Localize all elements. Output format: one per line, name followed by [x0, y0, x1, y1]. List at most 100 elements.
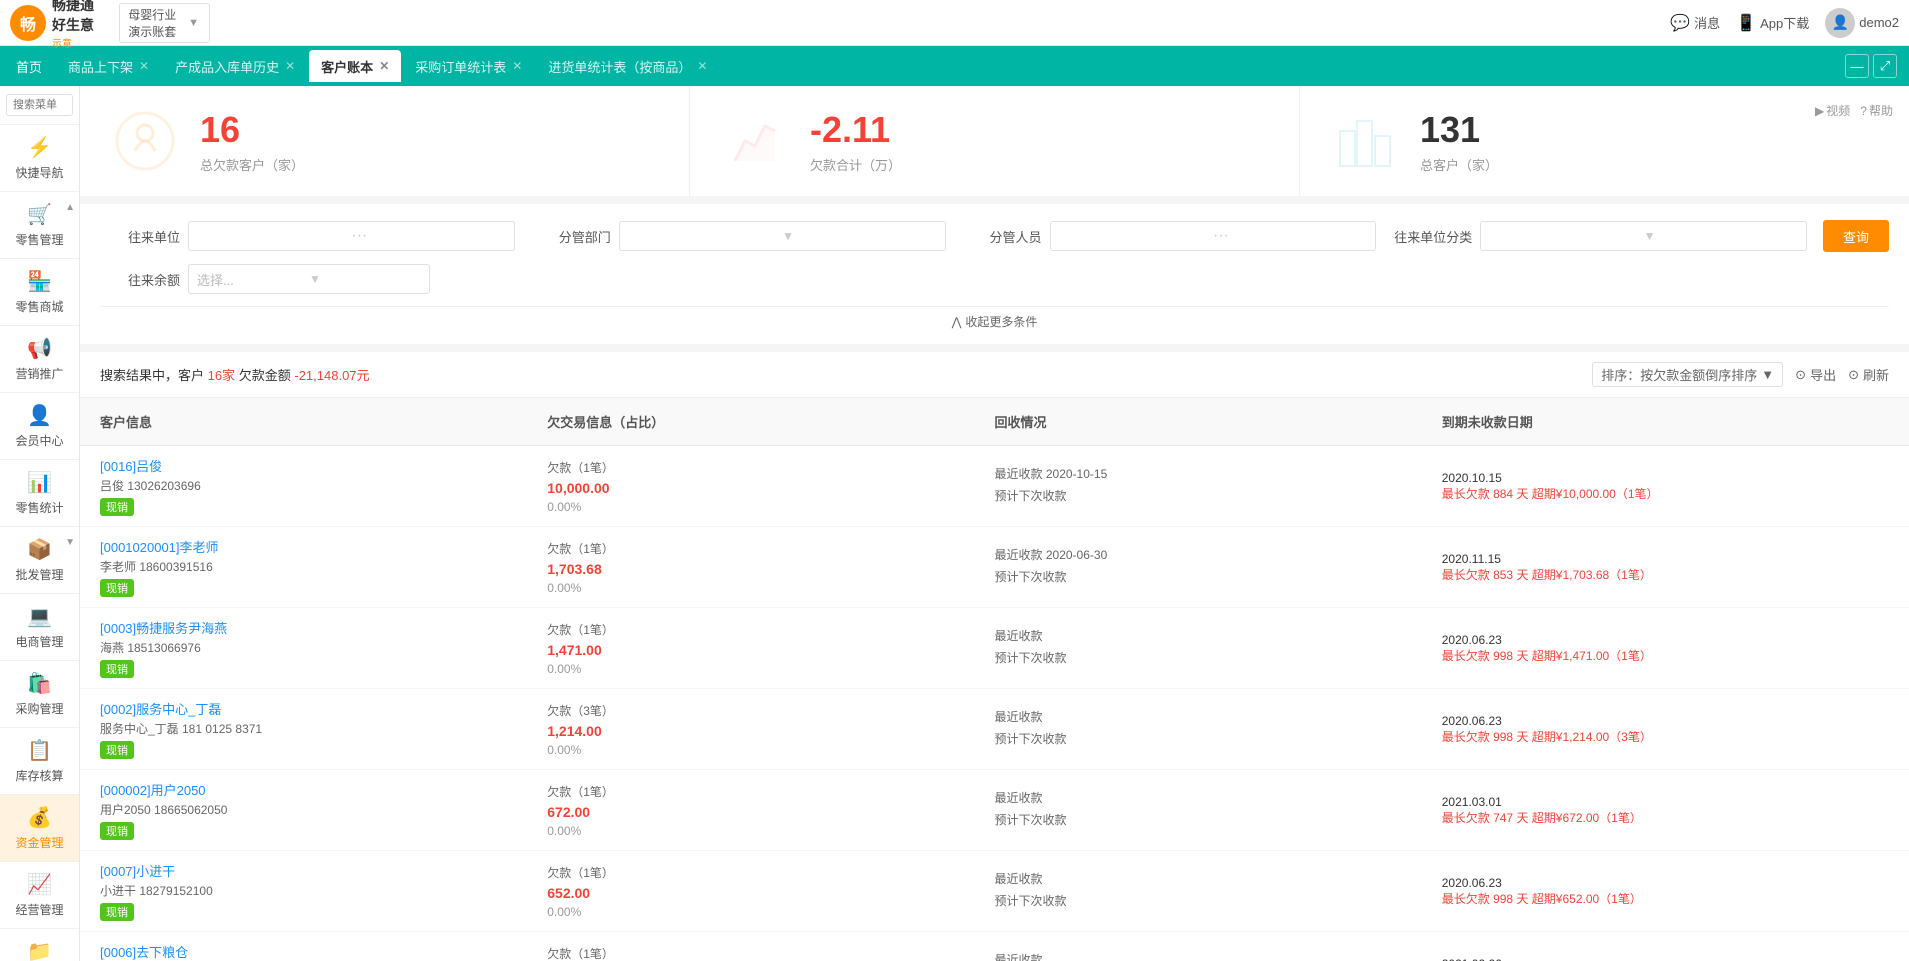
- tab-product-on-off[interactable]: 商品上下架 ✕: [56, 50, 161, 82]
- tab-home[interactable]: 首页: [4, 50, 54, 82]
- env-dropdown-icon: ▼: [188, 17, 199, 29]
- stat-debt-amount-value: -2.11: [810, 109, 901, 151]
- sidebar-item-purchase[interactable]: 🛍️ 采购管理: [0, 661, 79, 728]
- overdue-link-4[interactable]: 超期¥672.00（1笔）: [1532, 811, 1642, 825]
- customer-meta-0: 吕俊 13026203696: [100, 477, 547, 494]
- sidebar-item-ecommerce[interactable]: 💻 电商管理: [0, 594, 79, 661]
- customer-name-4[interactable]: [000002]用户2050: [100, 783, 206, 798]
- filter-balance-input[interactable]: 选择... ▼: [188, 264, 430, 294]
- overdue-link-0[interactable]: 超期¥10,000.00（1笔）: [1532, 487, 1659, 501]
- table-row: [0007]小进干 小进干 18279152100 现销 欠款（1笔） 652.…: [80, 851, 1909, 932]
- tab-minimize-button[interactable]: —: [1845, 54, 1869, 78]
- tab-maximize-button[interactable]: ⤢: [1873, 54, 1897, 78]
- tab-close-customer-account[interactable]: ✕: [379, 59, 389, 73]
- app-download-button[interactable]: 📱 App下载: [1736, 13, 1809, 33]
- tab-product-history[interactable]: 产成品入库单历史 ✕: [163, 50, 307, 82]
- sort-select[interactable]: 排序：按欠款金额倒序排序 ▼: [1592, 362, 1783, 387]
- stat-total-customers-info: 131 总客户（家）: [1420, 109, 1498, 174]
- customer-name-3[interactable]: [0002]服务中心_丁磊: [100, 702, 221, 717]
- filter-balance-label: 往来余额: [100, 270, 180, 289]
- filter-balance: 往来余额 选择... ▼: [100, 264, 430, 294]
- filter-department-input[interactable]: ▼: [619, 221, 946, 251]
- sidebar-item-member[interactable]: 👤 会员中心: [0, 393, 79, 460]
- filter-manager-input[interactable]: ···: [1050, 221, 1377, 251]
- debt-info-4: 欠款（1笔） 672.00 0.00%: [547, 783, 994, 838]
- recovery-info-5: 最近收款 预计下次收款: [995, 869, 1442, 912]
- message-icon: 💬: [1670, 13, 1690, 33]
- message-button[interactable]: 💬 消息: [1670, 13, 1720, 33]
- collapse-section: ⋀ 收起更多条件: [100, 306, 1889, 336]
- table-row: [0001020001]李老师 李老师 18600391516 现销 欠款（1笔…: [80, 527, 1909, 608]
- stat-total-customers: 131 总客户（家） ▶ 视频 ? 帮助: [1300, 86, 1909, 196]
- filter-supplier-type-label: 往来单位分类: [1392, 227, 1472, 246]
- overdue-link-2[interactable]: 超期¥1,471.00（1笔）: [1532, 649, 1652, 663]
- overdue-info-4: 2021.03.01 最长欠款 747 天 超期¥672.00（1笔）: [1442, 795, 1889, 826]
- sidebar-item-quick-nav[interactable]: ⚡ 快捷导航: [0, 125, 79, 192]
- overdue-link-1[interactable]: 超期¥1,703.68（1笔）: [1532, 568, 1652, 582]
- sidebar-item-batch-mgmt[interactable]: 📦 批发管理 ▼: [0, 527, 79, 594]
- purchase-icon: 🛍️: [27, 671, 52, 696]
- top-right: 💬 消息 📱 App下载 👤 demo2: [1670, 8, 1899, 38]
- sidebar-item-basic-info[interactable]: 📁 基础信息: [0, 929, 79, 961]
- filter-supplier-type-input[interactable]: ▼: [1480, 221, 1807, 251]
- customer-name-2[interactable]: [0003]畅捷服务尹海燕: [100, 621, 227, 636]
- sidebar-item-inventory[interactable]: 📋 库存核算: [0, 728, 79, 795]
- debt-info-0: 欠款（1笔） 10,000.00 0.00%: [547, 459, 994, 514]
- customer-name-6[interactable]: [0006]去下粮仓: [100, 945, 188, 960]
- filter-row-1: 往来单位 ··· 分管部门 ▼ 分管人员: [100, 220, 1889, 252]
- overdue-info-1: 2020.11.15 最长欠款 853 天 超期¥1,703.68（1笔）: [1442, 552, 1889, 583]
- recovery-info-2: 最近收款 预计下次收款: [995, 626, 1442, 669]
- filter-row-2: 往来余额 选择... ▼: [100, 264, 1889, 294]
- env-select[interactable]: 母婴行业演示账套 ▼: [119, 3, 210, 43]
- sidebar-item-retail-mgmt[interactable]: 🛒 零售管理 ▲: [0, 192, 79, 259]
- tab-stock-summary[interactable]: 进货单统计表（按商品） ✕: [536, 50, 719, 82]
- tab-close-product-history[interactable]: ✕: [285, 59, 295, 73]
- filter-supplier-label: 往来单位: [100, 227, 180, 246]
- department-arrow-icon: ▼: [782, 229, 936, 243]
- customer-name-5[interactable]: [0007]小进干: [100, 864, 175, 879]
- tab-close-stock-summary[interactable]: ✕: [697, 59, 707, 73]
- user-menu[interactable]: 👤 demo2: [1825, 8, 1899, 38]
- overdue-link-3[interactable]: 超期¥1,214.00（3笔）: [1532, 730, 1652, 744]
- stat-debt-customers-info: 16 总欠款客户（家）: [200, 109, 304, 174]
- marketing-icon: 📢: [27, 336, 52, 361]
- sidebar-item-operations[interactable]: 📈 经营管理: [0, 862, 79, 929]
- tab-bar: 首页 商品上下架 ✕ 产成品入库单历史 ✕ 客户账本 ✕ 采购订单统计表 ✕ 进…: [0, 46, 1909, 86]
- header-debt-info: 欠交易信息（占比）: [547, 408, 994, 435]
- overdue-link-5[interactable]: 超期¥652.00（1笔）: [1532, 892, 1642, 906]
- export-button[interactable]: ⊙ 导出: [1795, 365, 1836, 384]
- tab-purchase-order[interactable]: 采购订单统计表 ✕: [403, 50, 534, 82]
- stats-row: 16 总欠款客户（家） -2.11 欠款合计（万）: [80, 86, 1909, 196]
- table-row: [000002]用户2050 用户2050 18665062050 现销 欠款（…: [80, 770, 1909, 851]
- refresh-button[interactable]: ⊙ 刷新: [1848, 365, 1889, 384]
- tab-customer-account[interactable]: 客户账本 ✕: [309, 50, 401, 82]
- ecommerce-icon: 💻: [27, 604, 52, 629]
- video-action[interactable]: ▶ 视频: [1815, 102, 1850, 119]
- sidebar-item-retail-mall[interactable]: 🏪 零售商城: [0, 259, 79, 326]
- customer-name-0[interactable]: [0016]吕俊: [100, 459, 162, 474]
- sidebar-item-retail-stats[interactable]: 📊 零售统计: [0, 460, 79, 527]
- query-button[interactable]: 查询: [1823, 220, 1889, 252]
- tab-close-product-on-off[interactable]: ✕: [139, 59, 149, 73]
- help-action[interactable]: ? 帮助: [1860, 102, 1893, 119]
- collapse-button[interactable]: ⋀ 收起更多条件: [946, 307, 1044, 336]
- sidebar: ⚡ 快捷导航 🛒 零售管理 ▲ 🏪 零售商城 📢 营销推广 👤 会员中心 📊 零…: [0, 86, 80, 961]
- tab-close-purchase-order[interactable]: ✕: [512, 59, 522, 73]
- header-due-date: 到期未收款日期: [1442, 408, 1889, 435]
- debt-info-3: 欠款（3笔） 1,214.00 0.00%: [547, 702, 994, 757]
- sidebar-item-finance[interactable]: 💰 资金管理: [0, 795, 79, 862]
- stat-total-customers-label: 总客户（家）: [1420, 155, 1498, 174]
- debt-info-2: 欠款（1笔） 1,471.00 0.00%: [547, 621, 994, 676]
- debt-info-5: 欠款（1笔） 652.00 0.00%: [547, 864, 994, 919]
- debt-info-1: 欠款（1笔） 1,703.68 0.00%: [547, 540, 994, 595]
- customer-name-1[interactable]: [0001020001]李老师: [100, 540, 219, 555]
- sort-label: 排序：按欠款金额倒序排序: [1601, 365, 1757, 384]
- customer-meta-1: 李老师 18600391516: [100, 558, 547, 575]
- stat-debt-amount: -2.11 欠款合计（万）: [690, 86, 1300, 196]
- logo-title: 畅捷通好生意: [52, 0, 105, 35]
- search-input[interactable]: [6, 94, 73, 116]
- demo-tag[interactable]: 示意: [52, 35, 105, 50]
- filter-supplier-type: 往来单位分类 ▼: [1392, 221, 1807, 251]
- sidebar-item-marketing[interactable]: 📢 营销推广: [0, 326, 79, 393]
- filter-supplier-input[interactable]: ···: [188, 221, 515, 251]
